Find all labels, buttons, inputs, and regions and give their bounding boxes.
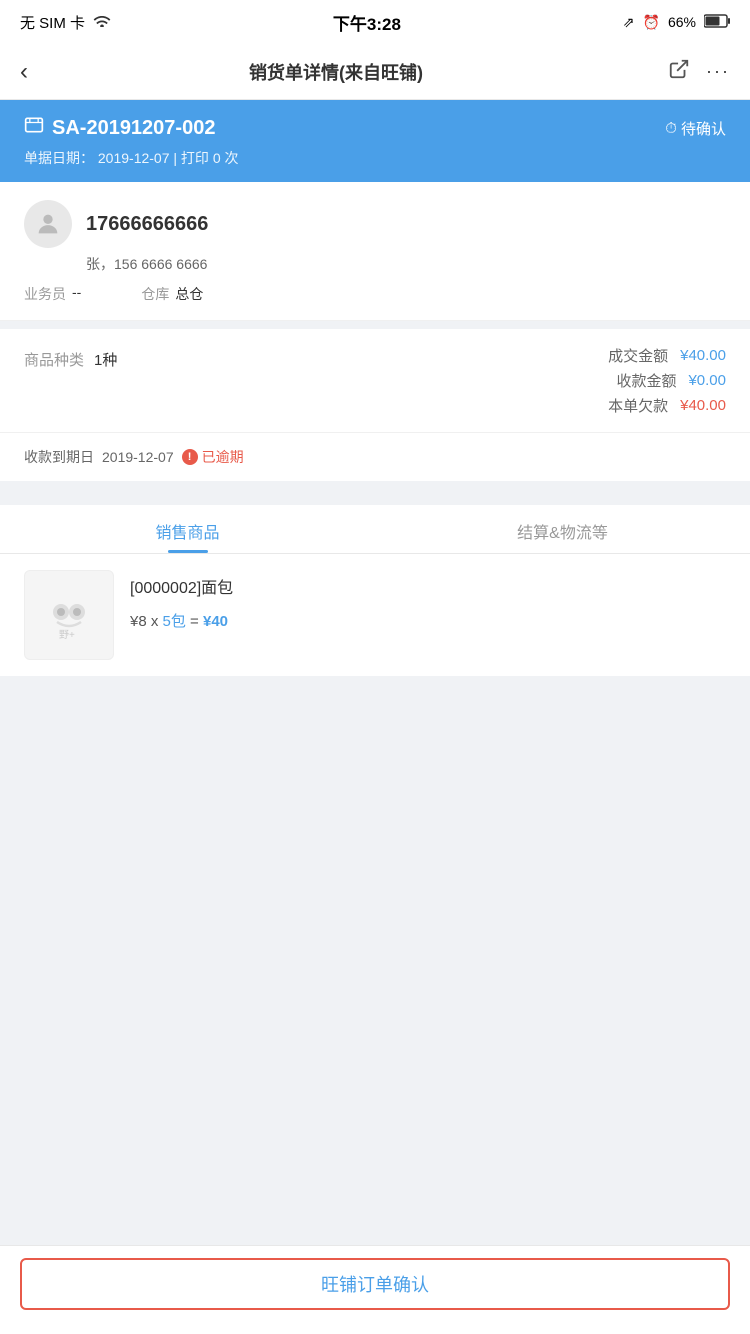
nav-actions: ···: [668, 58, 730, 86]
confirm-order-button[interactable]: 旺铺订单确认: [20, 1258, 730, 1310]
tab-products-label: 销售商品: [155, 525, 219, 542]
received-value: ¥0.00: [688, 372, 726, 389]
product-quantity: 5包: [163, 613, 186, 630]
product-name: [0000002]面包: [130, 574, 726, 598]
tabs-section: 销售商品 结算&物流等: [0, 505, 750, 554]
wifi-icon: [93, 13, 111, 31]
warehouse-value: 总仓: [175, 284, 203, 304]
warehouse-label: 仓库: [141, 284, 169, 304]
date-label: 单据日期：: [24, 150, 94, 166]
status-text: 待确认: [681, 118, 726, 139]
overdue-icon: !: [182, 449, 198, 465]
svg-text:野+: 野+: [59, 629, 75, 640]
tab-settlement-label: 结算&物流等: [517, 525, 608, 542]
order-icon: [24, 116, 44, 140]
product-thumbnail: 野+: [24, 570, 114, 660]
product-price: ¥8 x: [130, 613, 163, 630]
staff-label: 业务员: [24, 284, 66, 304]
customer-name: 张，156 6666 6666: [86, 254, 726, 274]
status-left: 无 SIM 卡: [20, 12, 111, 33]
owed-value: ¥40.00: [680, 397, 726, 414]
product-info: [0000002]面包 ¥8 x 5包 = ¥40: [130, 570, 726, 631]
product-item: 野+ [0000002]面包 ¥8 x 5包 = ¥40: [0, 554, 750, 676]
due-label: 收款到期日: [24, 447, 94, 467]
stats-section: 商品种类 1种 成交金额 ¥40.00 收款金额 ¥0.00 本单欠款 ¥40.…: [0, 329, 750, 433]
customer-section: 17666666666 张，156 6666 6666 业务员 -- 仓库 总仓: [0, 182, 750, 321]
status-bar: 无 SIM 卡 下午3:28 ⇗ ⏰ 66%: [0, 0, 750, 44]
print-info: | 打印 0 次: [173, 150, 238, 166]
product-equals: =: [186, 613, 203, 630]
product-type-value: 1种: [94, 349, 117, 370]
product-price-row: ¥8 x 5包 = ¥40: [130, 610, 726, 631]
date-value: 2019-12-07: [98, 150, 170, 166]
owed-label: 本单欠款: [608, 395, 668, 416]
warehouse-meta: 仓库 总仓: [141, 284, 203, 304]
divider-1: [0, 321, 750, 329]
overdue-text: 已逾期: [202, 447, 244, 467]
transaction-value: ¥40.00: [680, 347, 726, 364]
order-id-text: SA-20191207-002: [52, 117, 215, 140]
transaction-label: 成交金额: [608, 345, 668, 366]
empty-area: [0, 676, 750, 936]
more-button[interactable]: ···: [706, 61, 730, 82]
status-right: ⇗ ⏰ 66%: [623, 14, 730, 31]
tab-settlement[interactable]: 结算&物流等: [375, 505, 750, 553]
received-row: 收款金额 ¥0.00: [616, 370, 726, 391]
nav-bar: ‹ 销货单详情(来自旺铺) ···: [0, 44, 750, 100]
due-date: 2019-12-07: [102, 449, 174, 465]
header-card: SA-20191207-002 ⏱ 待确认 单据日期： 2019-12-07 |…: [0, 100, 750, 182]
tab-products[interactable]: 销售商品: [0, 505, 375, 553]
product-type: 商品种类 1种: [24, 345, 117, 370]
transaction-row: 成交金额 ¥40.00: [608, 345, 726, 366]
staff-meta: 业务员 --: [24, 284, 81, 304]
status-clock-icon: ⏱: [665, 120, 677, 137]
product-type-label: 商品种类: [24, 349, 84, 370]
staff-value: --: [72, 284, 81, 304]
page-title: 销货单详情(来自旺铺): [4, 59, 668, 85]
battery-icon: [704, 14, 730, 31]
customer-phone: 17666666666: [86, 213, 208, 236]
overdue-badge: ! 已逾期: [182, 447, 244, 467]
order-date-row: 单据日期： 2019-12-07 | 打印 0 次: [24, 148, 726, 168]
avatar: [24, 200, 72, 248]
product-total: ¥40: [203, 613, 228, 630]
order-id: SA-20191207-002: [24, 116, 215, 140]
due-date-section: 收款到期日 2019-12-07 ! 已逾期: [0, 433, 750, 489]
carrier-text: 无 SIM 卡: [20, 12, 85, 33]
battery-text: 66%: [668, 14, 696, 30]
divider-2: [0, 497, 750, 505]
received-label: 收款金额: [616, 370, 676, 391]
confirm-button-label: 旺铺订单确认: [321, 1271, 429, 1297]
alarm-icon: ⏰: [643, 14, 660, 31]
location-icon: ⇗: [623, 14, 635, 31]
customer-meta: 业务员 -- 仓库 总仓: [24, 284, 726, 304]
financial-stats: 成交金额 ¥40.00 收款金额 ¥0.00 本单欠款 ¥40.00: [608, 345, 726, 416]
status-badge: ⏱ 待确认: [665, 118, 726, 139]
owed-row: 本单欠款 ¥40.00: [608, 395, 726, 416]
share-button[interactable]: [668, 58, 690, 86]
bottom-bar: 旺铺订单确认: [0, 1245, 750, 1334]
status-time: 下午3:28: [333, 10, 401, 35]
